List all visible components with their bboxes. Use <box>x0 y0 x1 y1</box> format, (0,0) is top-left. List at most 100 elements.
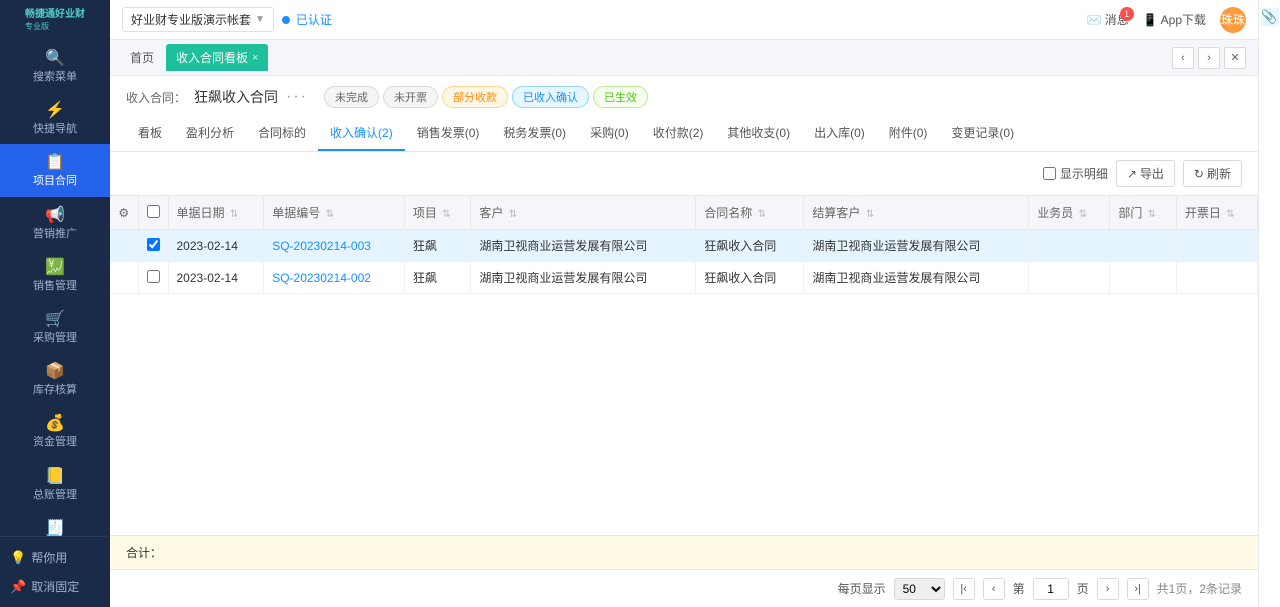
marketing-icon: 📢 <box>45 205 65 225</box>
sub-tab-合同标的[interactable]: 合同标的 <box>246 116 318 151</box>
sidebar-item-label-quick-nav: 快捷导航 <box>33 123 77 136</box>
first-page-button[interactable]: |‹ <box>953 578 975 600</box>
sidebar-item-label-general-ledger: 总账管理 <box>33 489 77 502</box>
sidebar-item-marketing[interactable]: 📢营销推广 <box>0 197 110 249</box>
next-page-button[interactable]: › <box>1097 578 1119 600</box>
show-detail-checkbox[interactable]: 显示明细 <box>1043 165 1108 182</box>
sub-tab-收付款[interactable]: 收付款(2) <box>641 116 716 151</box>
tabbar: 首页 收入合同看板 × ‹ › ✕ <box>110 40 1258 76</box>
settings-col-header[interactable]: ⚙ <box>110 196 138 230</box>
order-link-1[interactable]: SQ-20230214-002 <box>272 271 371 285</box>
sidebar-item-sales[interactable]: 💹销售管理 <box>0 249 110 301</box>
table-area: ⚙ 单据日期 ⇅ 单据编号 ⇅ 项目 ⇅ 客户 ⇅ 合同名称 ⇅ 结算客户 ⇅ … <box>110 196 1258 535</box>
certified-text: 已认证 <box>296 11 332 28</box>
select-all-checkbox[interactable] <box>147 205 160 218</box>
sidebar-bottom-pin[interactable]: 📌取消固定 <box>0 572 110 601</box>
contract-title: 狂飙收入合同 <box>194 87 278 107</box>
row-orderno-1: SQ-20230214-002 <box>264 262 405 294</box>
download-icon: 📱 <box>1143 13 1158 27</box>
tab-prev-button[interactable]: ‹ <box>1172 47 1194 69</box>
sort-icon-invoice[interactable]: ⇅ <box>1226 209 1234 220</box>
app-download-action[interactable]: 📱 App下载 <box>1143 11 1206 28</box>
contract-title-row: 收入合同： 狂飙收入合同 ··· 未完成未开票部分收款已收入确认已生效 <box>126 86 1242 108</box>
table-row: 2023-02-14 SQ-20230214-002 狂飙 湖南卫视商业运营发展… <box>110 262 1258 294</box>
sub-tab-附件[interactable]: 附件(0) <box>877 116 940 151</box>
sort-icon-orderno[interactable]: ⇅ <box>326 209 334 220</box>
row-checkbox-1[interactable] <box>138 262 168 294</box>
app-download-label: App下载 <box>1161 11 1206 28</box>
row-contract-1: 狂飙收入合同 <box>696 262 804 294</box>
sub-tab-销售发票[interactable]: 销售发票(0) <box>405 116 492 151</box>
show-detail-input[interactable] <box>1043 167 1056 180</box>
th-invoice-date: 开票日 ⇅ <box>1176 196 1257 230</box>
row-invoicedate-1 <box>1176 262 1257 294</box>
sub-tab-税务发票[interactable]: 税务发票(0) <box>491 116 578 151</box>
company-name: 好业财专业版演示帐套 <box>131 11 251 28</box>
sidebar-item-capital[interactable]: 💰资金管理 <box>0 405 110 457</box>
sort-icon-dept[interactable]: ⇅ <box>1148 209 1156 220</box>
status-btn-未完成[interactable]: 未完成 <box>324 86 379 108</box>
tab-next-button[interactable]: › <box>1198 47 1220 69</box>
message-action[interactable]: ✉️ 消息 1 <box>1087 11 1129 28</box>
export-icon: ↗ <box>1127 167 1137 181</box>
status-btn-部分收款[interactable]: 部分收款 <box>442 86 508 108</box>
status-btn-已收入确认[interactable]: 已收入确认 <box>512 86 589 108</box>
sidebar-item-quick-nav[interactable]: ⚡快捷导航 <box>0 92 110 144</box>
sort-icon-project[interactable]: ⇅ <box>442 209 450 220</box>
sub-tab-变更记录[interactable]: 变更记录(0) <box>939 116 1026 151</box>
table-row: 2023-02-14 SQ-20230214-003 狂飙 湖南卫视商业运营发展… <box>110 230 1258 262</box>
page-input[interactable] <box>1033 578 1069 600</box>
sort-icon-settlement[interactable]: ⇅ <box>866 209 874 220</box>
sidebar-item-inventory[interactable]: 📦库存核算 <box>0 353 110 405</box>
right-panel-icon-active[interactable]: 📎 <box>1261 8 1279 26</box>
last-page-button[interactable]: ›| <box>1127 578 1149 600</box>
sort-icon-contract[interactable]: ⇅ <box>758 209 766 220</box>
per-page-select[interactable]: 50 100 200 <box>894 578 945 600</box>
tab-close-icon[interactable]: × <box>252 52 258 64</box>
row-select-checkbox-0[interactable] <box>147 238 160 251</box>
sidebar-item-search[interactable]: 🔍搜索菜单 <box>0 40 110 92</box>
status-btn-未开票[interactable]: 未开票 <box>383 86 438 108</box>
sub-tab-收入确认[interactable]: 收入确认(2) <box>318 116 405 151</box>
sort-icon-salesman[interactable]: ⇅ <box>1079 209 1087 220</box>
sidebar-bottom-help[interactable]: 💡帮你用 <box>0 543 110 572</box>
sort-icon-customer[interactable]: ⇅ <box>509 209 517 220</box>
th-project: 项目 ⇅ <box>404 196 471 230</box>
order-link-0[interactable]: SQ-20230214-003 <box>272 239 371 253</box>
export-button[interactable]: ↗ 导出 <box>1116 160 1175 187</box>
sub-tab-其他收支[interactable]: 其他收支(0) <box>715 116 802 151</box>
row-checkbox-0[interactable] <box>138 230 168 262</box>
tab-home[interactable]: 首页 <box>122 45 162 70</box>
th-order-no: 单据编号 ⇅ <box>264 196 405 230</box>
row-project-1: 狂飙 <box>404 262 471 294</box>
tab-nav: ‹ › ✕ <box>1172 47 1246 69</box>
chevron-down-icon: ▼ <box>255 14 265 25</box>
tab-contract-board[interactable]: 收入合同看板 × <box>166 44 268 71</box>
sort-icon-date[interactable]: ⇅ <box>230 209 238 220</box>
row-date-1: 2023-02-14 <box>168 262 264 294</box>
status-btn-已生效[interactable]: 已生效 <box>593 86 648 108</box>
sub-tab-看板[interactable]: 看板 <box>126 116 174 151</box>
sub-tab-采购[interactable]: 采购(0) <box>578 116 641 151</box>
sidebar-item-invoice[interactable]: 🧾发票管理 <box>0 510 110 536</box>
purchase-icon: 🛒 <box>45 309 65 329</box>
sidebar-scroll: 🔍搜索菜单⚡快捷导航📋项目合同📢营销推广💹销售管理🛒采购管理📦库存核算💰资金管理… <box>0 40 110 536</box>
sub-tab-出入库[interactable]: 出入库(0) <box>802 116 877 151</box>
sidebar-item-general-ledger[interactable]: 📒总账管理 <box>0 458 110 510</box>
company-selector[interactable]: 好业财专业版演示帐套 ▼ <box>122 7 274 32</box>
avatar[interactable]: 珠珠 <box>1220 7 1246 33</box>
right-panel: 📎 <box>1258 0 1280 607</box>
sub-tab-盈利分析[interactable]: 盈利分析 <box>174 116 246 151</box>
certified-badge: 已认证 <box>282 11 332 28</box>
sidebar-item-project-contract[interactable]: 📋项目合同 <box>0 144 110 196</box>
prev-page-button[interactable]: ‹ <box>983 578 1005 600</box>
row-select-checkbox-1[interactable] <box>147 270 160 283</box>
status-buttons: 未完成未开票部分收款已收入确认已生效 <box>324 86 648 108</box>
row-settlement-1: 湖南卫视商业运营发展有限公司 <box>804 262 1029 294</box>
sidebar-item-label-project-contract: 项目合同 <box>33 175 77 188</box>
more-options-icon[interactable]: ··· <box>286 88 308 106</box>
show-detail-label: 显示明细 <box>1060 165 1108 182</box>
tab-close-button[interactable]: ✕ <box>1224 47 1246 69</box>
refresh-button[interactable]: ↻ 刷新 <box>1183 160 1242 187</box>
sidebar-item-purchase[interactable]: 🛒采购管理 <box>0 301 110 353</box>
